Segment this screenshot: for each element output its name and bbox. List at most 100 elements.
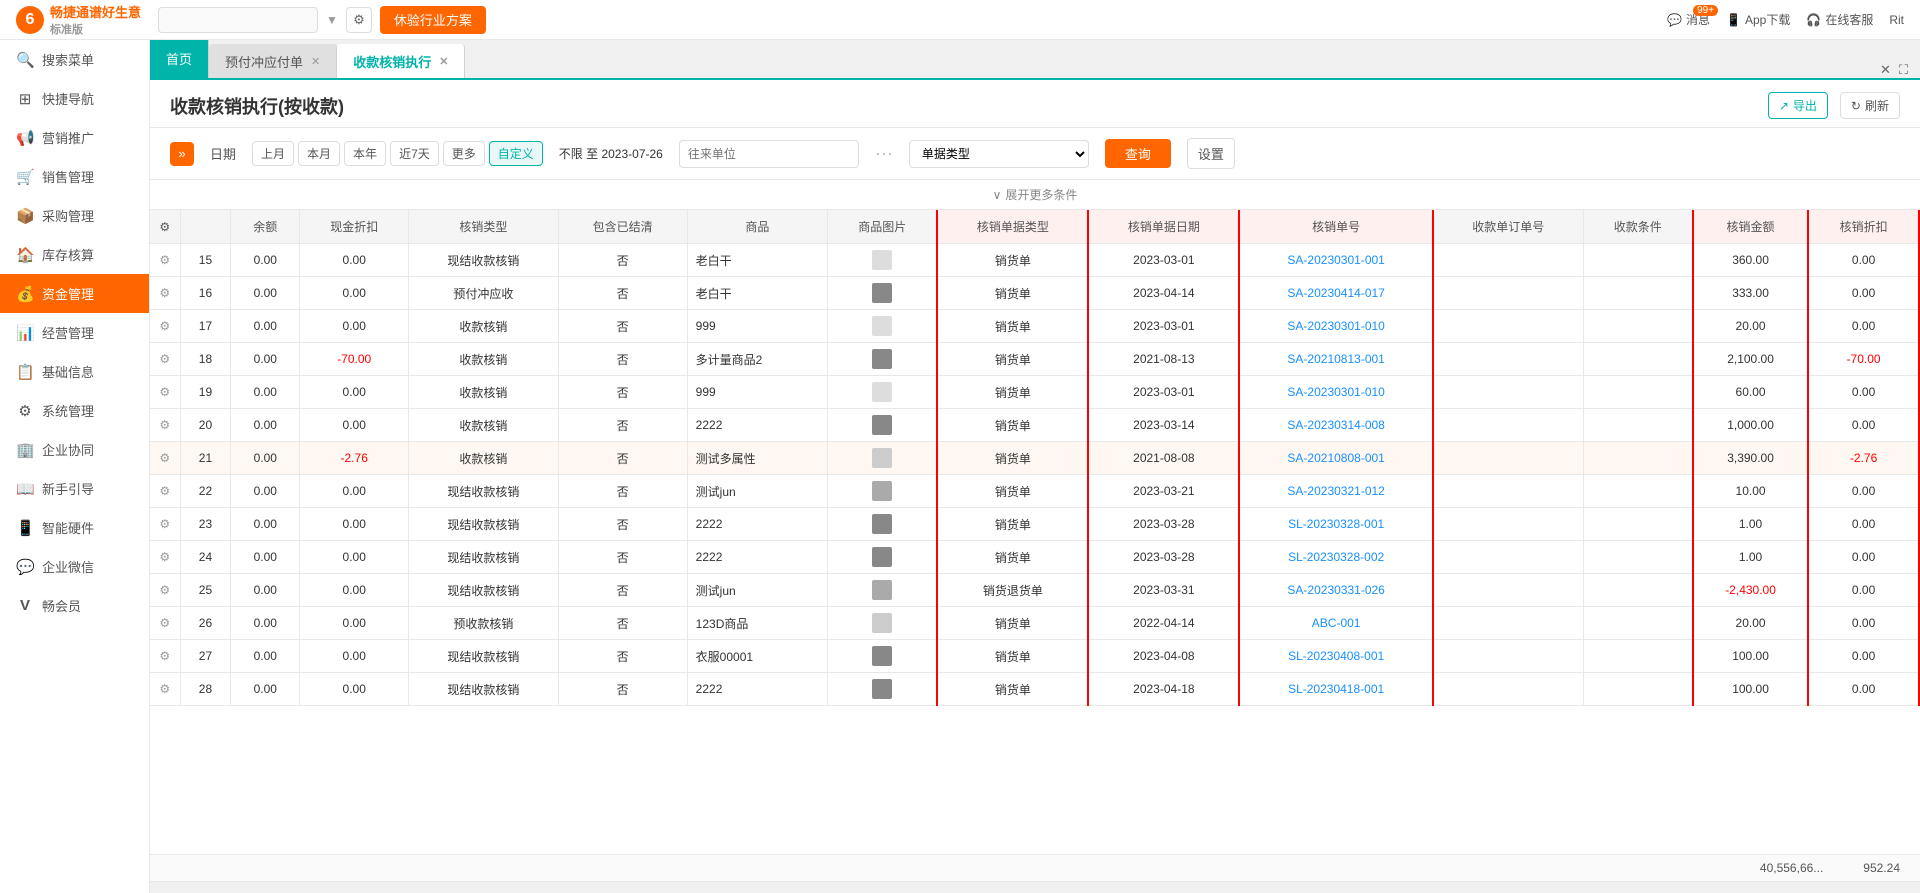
td-cancel-type: 现结收款核销 — [409, 508, 558, 541]
expand-btn[interactable]: ∨ 展开更多条件 — [993, 186, 1078, 203]
prepay-tab-close[interactable]: ✕ — [311, 55, 320, 68]
sidebar-item-guide[interactable]: 📖 新手引导 — [0, 469, 149, 508]
tab-prepay[interactable]: 预付冲应付单 ✕ — [209, 44, 337, 78]
app-name: 畅捷通谱好生意 — [50, 2, 141, 21]
table-footer: 40,556,66... 952.24 — [150, 854, 1920, 881]
date-btn-more[interactable]: 更多 — [443, 141, 485, 166]
sidebar-item-label: 企业微信 — [42, 557, 94, 576]
filter-collapse-btn[interactable]: » — [170, 142, 194, 166]
horizontal-scrollbar[interactable] — [150, 881, 1920, 893]
sidebar-item-member[interactable]: V 畅会员 — [0, 586, 149, 625]
sidebar-item-finance[interactable]: 💰 资金管理 — [0, 274, 149, 313]
table-row: ⚙ 28 0.00 0.00 现结收款核销 否 2222 销货单 2023-04… — [150, 673, 1919, 706]
settings-btn[interactable]: 设置 — [1187, 138, 1235, 169]
td-receipt-order-no — [1433, 343, 1583, 376]
td-gear: ⚙ — [150, 574, 180, 607]
table-row: ⚙ 24 0.00 0.00 现结收款核销 否 2222 销货单 2023-03… — [150, 541, 1919, 574]
partner-input[interactable] — [679, 140, 859, 168]
sidebar-item-wechat[interactable]: 💬 企业微信 — [0, 547, 149, 586]
td-goods: 999 — [687, 310, 827, 343]
td-goods: 123D商品 — [687, 607, 827, 640]
search-icon: 🔍 — [16, 51, 34, 69]
td-cancel-doc-type: 销货单 — [937, 475, 1088, 508]
date-btn-last-month[interactable]: 上月 — [252, 141, 294, 166]
date-btn-7days[interactable]: 近7天 — [390, 141, 439, 166]
sidebar-item-corp[interactable]: 🏢 企业协同 — [0, 430, 149, 469]
tabs-bar: 首页 预付冲应付单 ✕ 收款核销执行 ✕ ✕ ⛶ — [150, 40, 1920, 80]
td-cancel-amount: 3,390.00 — [1693, 442, 1808, 475]
td-num: 25 — [180, 574, 231, 607]
td-include-settled: 否 — [558, 244, 687, 277]
td-receipt-order-no — [1433, 475, 1583, 508]
sidebar-item-label: 经营管理 — [42, 323, 94, 342]
td-cancel-doc-date: 2023-03-28 — [1088, 541, 1239, 574]
th-include-settled: 包含已结清 — [558, 210, 687, 244]
td-goods: 测试jun — [687, 574, 827, 607]
date-btn-this-month[interactable]: 本月 — [298, 141, 340, 166]
sidebar-item-system[interactable]: ⚙ 系统管理 — [0, 391, 149, 430]
td-cancel-doc-type: 销货单 — [937, 541, 1088, 574]
date-btn-custom[interactable]: 自定义 — [489, 141, 543, 166]
receipt-tab-close[interactable]: ✕ — [439, 55, 448, 68]
sidebar-item-quicknav[interactable]: ⊞ 快捷导航 — [0, 79, 149, 118]
user-btn[interactable]: Rit — [1889, 13, 1904, 27]
service-btn[interactable]: 🎧 在线客服 — [1806, 11, 1873, 28]
td-receipt-order-no — [1433, 574, 1583, 607]
sidebar-item-operation[interactable]: 📊 经营管理 — [0, 313, 149, 352]
industry-btn[interactable]: 休验行业方案 — [380, 6, 486, 34]
sidebar-item-search[interactable]: 🔍 搜索菜单 — [0, 40, 149, 79]
export-btn[interactable]: ↗ 导出 — [1768, 92, 1828, 119]
td-goods: 2222 — [687, 673, 827, 706]
doc-type-select[interactable]: 单据类型 — [909, 140, 1089, 168]
td-receipt-condition — [1583, 475, 1693, 508]
sidebar-item-label: 库存核算 — [42, 245, 94, 264]
td-cancel-doc-no: SA-20230331-026 — [1239, 574, 1433, 607]
th-receipt-order-no: 收款单订单号 — [1433, 210, 1583, 244]
sidebar-item-label: 采购管理 — [42, 206, 94, 225]
top-search-input[interactable] — [158, 7, 318, 33]
message-btn[interactable]: 💬 消息 99+ — [1667, 11, 1710, 28]
td-num: 27 — [180, 640, 231, 673]
date-buttons: 上月 本月 本年 近7天 更多 自定义 — [252, 141, 543, 166]
tab-receipt[interactable]: 收款核销执行 ✕ — [337, 44, 465, 78]
sidebar-item-label: 系统管理 — [42, 401, 94, 420]
refresh-btn[interactable]: ↻ 刷新 — [1840, 92, 1900, 119]
td-cancel-discount: 0.00 — [1808, 607, 1919, 640]
td-cancel-doc-date: 2023-04-18 — [1088, 673, 1239, 706]
td-goods-img — [828, 343, 938, 376]
sidebar-item-label: 智能硬件 — [42, 518, 94, 537]
sidebar-item-hardware[interactable]: 📱 智能硬件 — [0, 508, 149, 547]
sidebar-item-sales[interactable]: 🛒 销售管理 — [0, 157, 149, 196]
td-include-settled: 否 — [558, 607, 687, 640]
th-cancel-discount: 核销折扣 — [1808, 210, 1919, 244]
date-btn-this-year[interactable]: 本年 — [344, 141, 386, 166]
sidebar-item-marketing[interactable]: 📢 营销推广 — [0, 118, 149, 157]
td-goods: 2222 — [687, 541, 827, 574]
tab-home[interactable]: 首页 — [150, 40, 209, 78]
td-cash-discount: 0.00 — [300, 640, 409, 673]
app-download-btn[interactable]: 📱 App下载 — [1726, 11, 1790, 28]
td-balance: 0.00 — [231, 475, 300, 508]
td-receipt-order-no — [1433, 376, 1583, 409]
td-goods: 2222 — [687, 508, 827, 541]
td-num: 21 — [180, 442, 231, 475]
td-balance: 0.00 — [231, 409, 300, 442]
td-balance: 0.00 — [231, 640, 300, 673]
corp-icon: 🏢 — [16, 441, 34, 459]
td-cancel-discount: 0.00 — [1808, 277, 1919, 310]
settings-icon[interactable]: ⚙ — [346, 7, 372, 33]
footer-cancel-discount: 952.24 — [1863, 861, 1900, 875]
table-wrapper[interactable]: ⚙ 余额 现金折扣 核销类型 包含已结清 商品 商品图片 核销单据类型 核销单据… — [150, 210, 1920, 854]
close-window-icon[interactable]: ✕ — [1880, 62, 1891, 78]
td-cancel-amount: 10.00 — [1693, 475, 1808, 508]
td-cancel-doc-date: 2021-08-08 — [1088, 442, 1239, 475]
td-goods-img — [828, 310, 938, 343]
td-receipt-order-no — [1433, 640, 1583, 673]
sidebar-item-base[interactable]: 📋 基础信息 — [0, 352, 149, 391]
sidebar-item-purchase[interactable]: 📦 采购管理 — [0, 196, 149, 235]
maximize-icon[interactable]: ⛶ — [1899, 62, 1908, 78]
query-btn[interactable]: 查询 — [1105, 139, 1171, 168]
message-badge: 99+ — [1693, 5, 1718, 16]
td-cancel-discount: 0.00 — [1808, 310, 1919, 343]
sidebar-item-inventory[interactable]: 🏠 库存核算 — [0, 235, 149, 274]
